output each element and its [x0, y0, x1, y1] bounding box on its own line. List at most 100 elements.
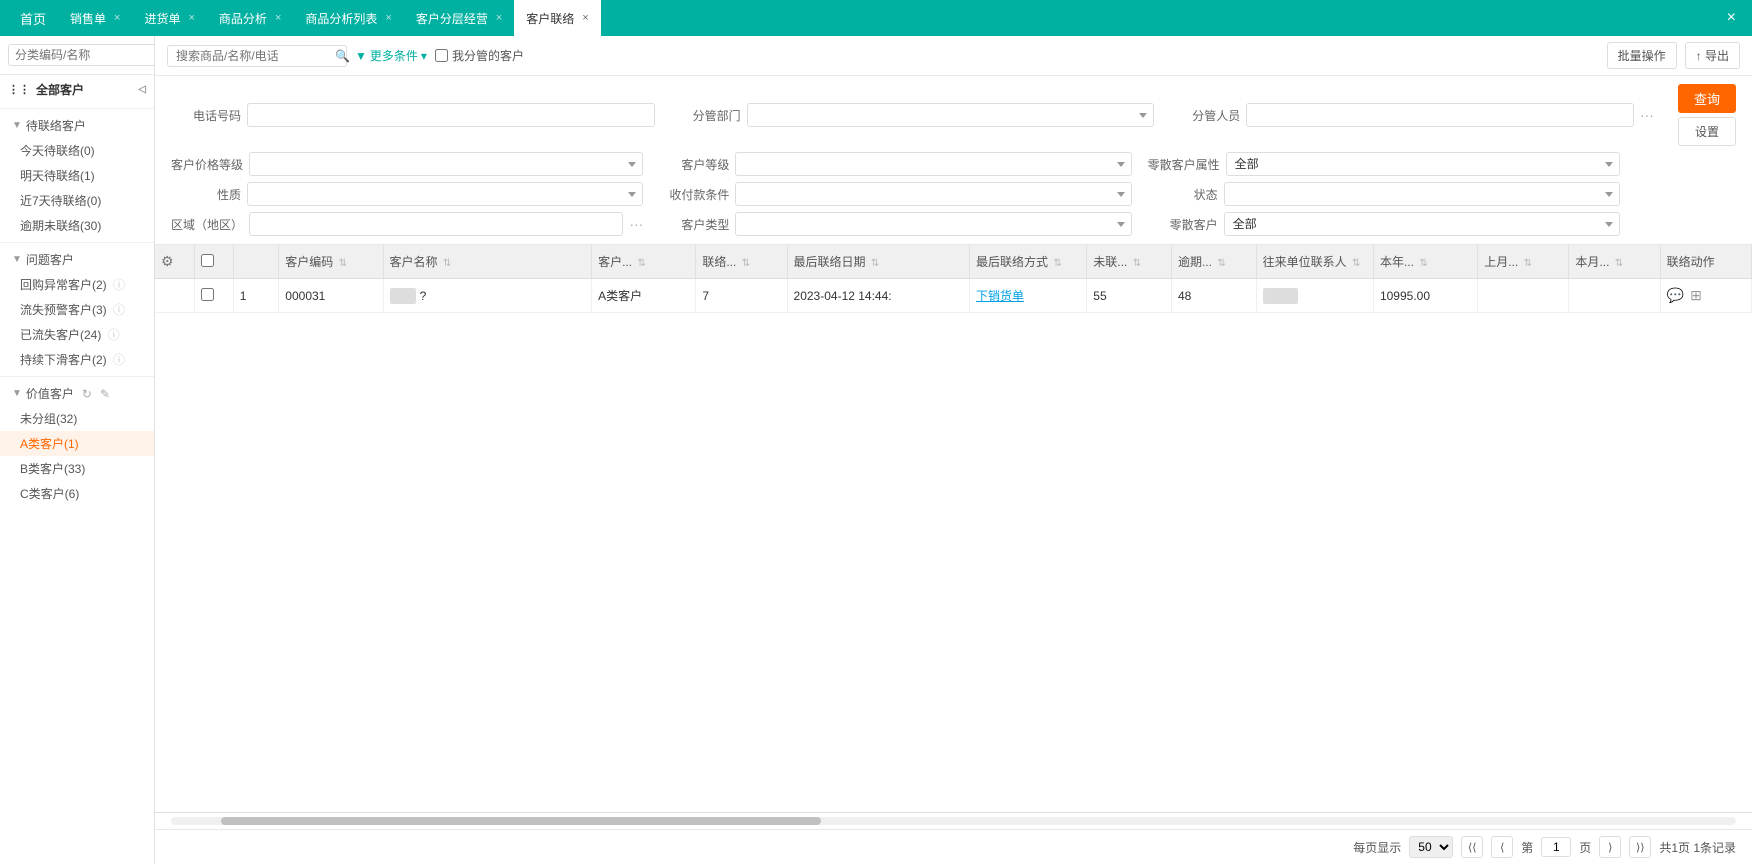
edit-icon[interactable]: ✎	[100, 387, 110, 401]
nav-tab-sales[interactable]: 销售单 ×	[58, 0, 132, 36]
chat-action-icon[interactable]: 💬	[1667, 287, 1684, 304]
my-customers-checkbox[interactable]	[435, 49, 448, 62]
sort-year[interactable]: ⇅	[1419, 258, 1427, 269]
customer-type-select[interactable]	[735, 212, 1131, 236]
sidebar-item-overdue[interactable]: 逾期未联络(30)	[0, 213, 154, 238]
th-thismonth[interactable]: 本月... ⇅	[1569, 245, 1660, 279]
h-scrollbar-thumb[interactable]	[221, 817, 821, 825]
manager-input[interactable]	[1246, 103, 1634, 127]
region-more-icon[interactable]: ···	[629, 216, 643, 232]
nav-tab-analysis-list[interactable]: 商品分析列表 ×	[293, 0, 403, 36]
td-overdue: 48	[1171, 279, 1256, 313]
sidebar-item-churned[interactable]: 已流失客户(24) ⓘ	[0, 322, 154, 347]
sort-unlinked[interactable]: ⇅	[1133, 258, 1141, 269]
close-analysis-list-tab[interactable]: ×	[385, 12, 391, 24]
nav-tab-customer-segment[interactable]: 客户分层经营 ×	[404, 0, 514, 36]
th-level[interactable]: 客户... ⇅	[592, 245, 696, 279]
th-lastmonth[interactable]: 上月... ⇅	[1478, 245, 1569, 279]
filter-actions: 批量操作 ↑ 导出	[1607, 42, 1740, 69]
window-close-button[interactable]: ×	[1719, 9, 1744, 27]
th-name[interactable]: 客户名称 ⇅	[383, 245, 592, 279]
info-icon-churn: ⓘ	[113, 303, 125, 317]
nav-tab-analysis[interactable]: 商品分析 ×	[207, 0, 293, 36]
status-select[interactable]	[1224, 182, 1620, 206]
last-page-btn[interactable]: ⟩⟩	[1629, 836, 1651, 858]
close-contact-tab[interactable]: ×	[582, 12, 588, 24]
sort-lastmonth[interactable]: ⇅	[1524, 258, 1532, 269]
close-purchase-tab[interactable]: ×	[188, 12, 194, 24]
sort-overdue[interactable]: ⇅	[1217, 258, 1225, 269]
row-checkbox-1[interactable]	[201, 288, 214, 301]
sidebar-group-value[interactable]: ▼ 价值客户 ↻ ✎	[0, 381, 154, 406]
th-unit[interactable]: 往来单位联系人 ⇅	[1256, 245, 1373, 279]
sidebar-item-repurchase[interactable]: 回购异常客户(2) ⓘ	[0, 272, 154, 297]
sidebar-search-input[interactable]	[8, 44, 155, 66]
query-button[interactable]: 查询	[1678, 84, 1736, 113]
nav-home[interactable]: 首页	[8, 0, 58, 36]
th-code[interactable]: 客户编码 ⇅	[279, 245, 383, 279]
payment-select[interactable]	[735, 182, 1131, 206]
sort-name[interactable]: ⇅	[443, 258, 451, 269]
sort-level[interactable]: ⇅	[637, 258, 645, 269]
h-scrollbar[interactable]	[171, 817, 1736, 825]
filter-more-btn[interactable]: ▼ 更多条件 ▾	[355, 47, 427, 64]
close-analysis-tab[interactable]: ×	[275, 12, 281, 24]
th-year[interactable]: 本年... ⇅	[1373, 245, 1477, 279]
batch-op-button[interactable]: 批量操作	[1607, 42, 1677, 69]
sidebar-item-a-class[interactable]: A类客户(1)	[0, 431, 154, 456]
gear-icon[interactable]: ⚙	[161, 253, 174, 269]
sidebar-group-pending[interactable]: ▼ 待联络客户	[0, 113, 154, 138]
sidebar-divider-2	[0, 242, 154, 243]
th-contact[interactable]: 联络... ⇅	[696, 245, 787, 279]
th-method[interactable]: 最后联络方式 ⇅	[969, 245, 1086, 279]
sort-date[interactable]: ⇅	[871, 258, 879, 269]
sidebar-item-b-class[interactable]: B类客户(33)	[0, 456, 154, 481]
qr-action-icon[interactable]: ⊞	[1690, 287, 1702, 304]
sidebar-collapse-icon[interactable]: ◁	[138, 84, 146, 95]
setting-button[interactable]: 设置	[1678, 117, 1736, 146]
sidebar-item-churn-warning[interactable]: 流失预警客户(3) ⓘ	[0, 297, 154, 322]
close-sales-tab[interactable]: ×	[114, 12, 120, 24]
sidebar-item-tomorrow[interactable]: 明天待联络(1)	[0, 163, 154, 188]
td-unit: RE .	[1256, 279, 1373, 313]
page-size-select[interactable]: 50	[1409, 836, 1453, 858]
select-all-checkbox[interactable]	[201, 254, 214, 267]
sort-code[interactable]: ⇅	[339, 258, 347, 269]
filter-search-icon[interactable]: 🔍	[335, 49, 350, 63]
th-unlinked[interactable]: 未联... ⇅	[1087, 245, 1172, 279]
retail-select[interactable]: 全部	[1224, 212, 1620, 236]
sidebar-item-c-class[interactable]: C类客户(6)	[0, 481, 154, 506]
price-level-select[interactable]	[249, 152, 643, 176]
nav-tab-purchase[interactable]: 进货单 ×	[132, 0, 206, 36]
dept-select[interactable]	[747, 103, 1155, 127]
sidebar-item-7days[interactable]: 近7天待联络(0)	[0, 188, 154, 213]
retail-attr-select[interactable]: 全部	[1226, 152, 1620, 176]
phone-input[interactable]	[247, 103, 655, 127]
sidebar-group-problem[interactable]: ▼ 问题客户	[0, 247, 154, 272]
close-segment-tab[interactable]: ×	[496, 12, 502, 24]
export-button[interactable]: ↑ 导出	[1685, 42, 1740, 69]
th-date[interactable]: 最后联络日期 ⇅	[787, 245, 969, 279]
refresh-icon[interactable]: ↻	[82, 387, 92, 401]
nav-tab-customer-contact[interactable]: 客户联络 ×	[514, 0, 600, 36]
customer-level-select[interactable]	[735, 152, 1131, 176]
nature-select[interactable]	[247, 182, 643, 206]
th-overdue[interactable]: 逾期... ⇅	[1171, 245, 1256, 279]
sidebar-all-customers[interactable]: ⋮⋮ 全部客户 ◁	[0, 75, 154, 104]
sidebar-item-declining[interactable]: 持续下滑客户(2) ⓘ	[0, 347, 154, 372]
sidebar-item-ungrouped[interactable]: 未分组(32)	[0, 406, 154, 431]
sort-thismonth[interactable]: ⇅	[1615, 258, 1623, 269]
first-page-btn[interactable]: ⟨⟨	[1461, 836, 1483, 858]
manager-more-icon[interactable]: ···	[1640, 107, 1654, 123]
sort-method[interactable]: ⇅	[1053, 258, 1061, 269]
sort-unit[interactable]: ⇅	[1352, 258, 1360, 269]
region-input[interactable]	[249, 212, 623, 236]
page-input[interactable]	[1541, 837, 1571, 857]
last-method-link[interactable]: 下销货单	[976, 289, 1024, 303]
prev-page-btn[interactable]: ⟨	[1491, 836, 1513, 858]
sidebar-item-today[interactable]: 今天待联络(0)	[0, 138, 154, 163]
filter-dept: 分管部门	[671, 103, 1171, 127]
filter-search-input[interactable]	[176, 49, 331, 63]
sort-contact[interactable]: ⇅	[742, 258, 750, 269]
next-page-btn[interactable]: ⟩	[1599, 836, 1621, 858]
